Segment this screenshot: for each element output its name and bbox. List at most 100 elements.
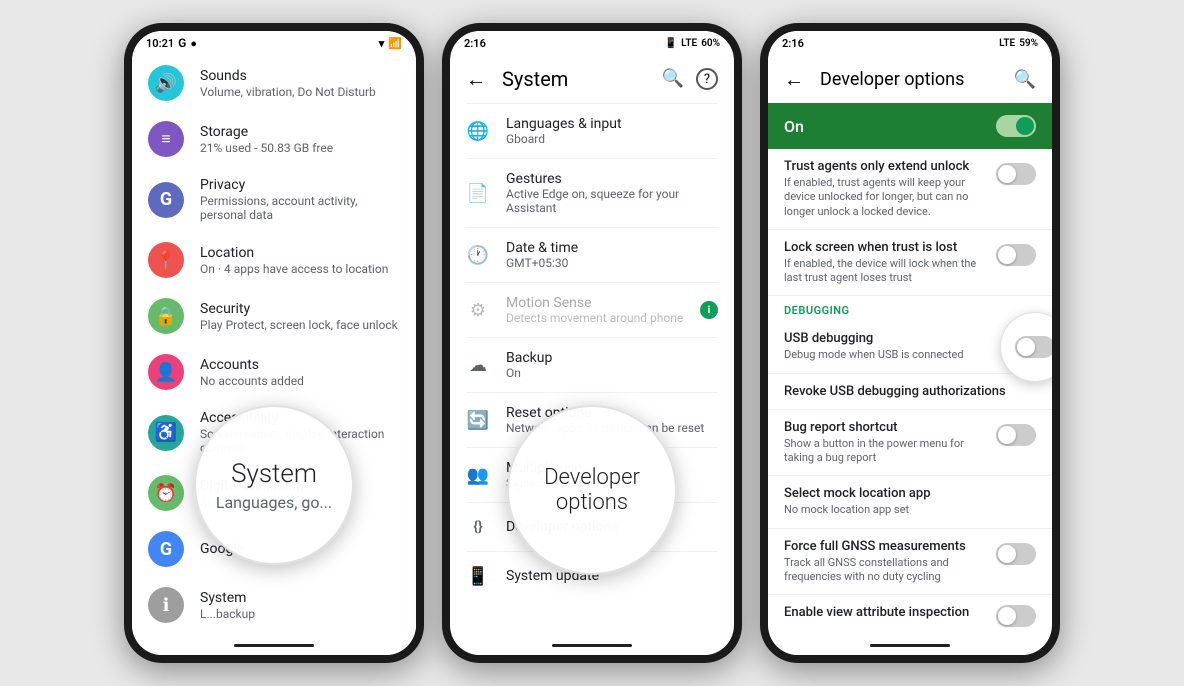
home-indicator-2 bbox=[552, 644, 632, 647]
system-info-title: System bbox=[200, 590, 400, 606]
list-item[interactable]: 📄 Gestures Active Edge on, squeeze for y… bbox=[450, 159, 734, 227]
revoke-usb-title: Revoke USB debugging authorizations bbox=[784, 384, 1036, 399]
list-item[interactable]: G Privacy Permissions, account activity,… bbox=[132, 167, 416, 232]
help-button-2[interactable]: ? bbox=[696, 68, 718, 90]
mock-location-title: Select mock location app bbox=[784, 486, 1036, 501]
on-toggle-bar[interactable]: On bbox=[768, 103, 1052, 149]
list-item[interactable]: ≡ Storage 21% used - 50.83 GB free bbox=[132, 111, 416, 167]
dev-header: ← Developer options 🔍 bbox=[768, 55, 1052, 103]
datetime-subtitle: GMT+05:30 bbox=[506, 256, 718, 270]
system-info-subtitle: L...backup bbox=[200, 607, 400, 621]
list-item[interactable]: 🕐 Date & time GMT+05:30 bbox=[450, 228, 734, 282]
trust-agents-title: Trust agents only extend unlock bbox=[784, 159, 988, 174]
list-item[interactable]: Bug report shortcut Show a button in the… bbox=[768, 410, 1052, 477]
status-icons-2: 📱 LTE 60% bbox=[665, 38, 720, 49]
multiple-users-icon: 👥 bbox=[466, 463, 490, 487]
home-indicator-1 bbox=[234, 644, 314, 647]
back-button-3[interactable]: ← bbox=[784, 67, 804, 92]
view-attribute-text: Enable view attribute inspection bbox=[784, 605, 988, 620]
lock-screen-toggle[interactable] bbox=[996, 244, 1036, 266]
security-icon: 🔒 bbox=[148, 298, 184, 334]
bug-report-toggle[interactable] bbox=[996, 424, 1036, 446]
usb-toggle-circle[interactable] bbox=[1000, 312, 1052, 382]
storage-icon: ≡ bbox=[148, 121, 184, 157]
list-item[interactable]: ⚙ Motion Sense Detects movement around p… bbox=[450, 283, 734, 337]
time-left-2: 2:16 bbox=[464, 37, 486, 50]
search-button-2[interactable]: 🔍 bbox=[662, 68, 684, 90]
nav-bar-2 bbox=[450, 635, 734, 655]
usb-debugging-toggle[interactable] bbox=[1015, 336, 1052, 358]
on-toggle[interactable] bbox=[996, 115, 1036, 137]
list-item[interactable]: ℹ System L...backup bbox=[132, 577, 416, 633]
view-attribute-title: Enable view attribute inspection bbox=[784, 605, 988, 620]
time-left-3: 2:16 bbox=[782, 37, 804, 50]
list-item[interactable]: 🔒 Security Play Protect, screen lock, fa… bbox=[132, 288, 416, 344]
backup-subtitle: On bbox=[506, 366, 718, 380]
motion-sense-title: Motion Sense bbox=[506, 295, 684, 311]
usb-debugging-title: USB debugging bbox=[784, 331, 972, 346]
storage-subtitle: 21% used - 50.83 GB free bbox=[200, 141, 400, 155]
languages-icon: 🌐 bbox=[466, 119, 490, 143]
status-time-1: 10:21 G ● bbox=[146, 36, 197, 50]
list-item[interactable]: ☁ Backup On bbox=[450, 338, 734, 392]
system-header: ← System 🔍 ? bbox=[450, 55, 734, 103]
bug-report-subtitle: Show a button in the power menu for taki… bbox=[784, 437, 988, 466]
list-item[interactable]: 🌐 Languages & input Gboard bbox=[450, 104, 734, 158]
sounds-text: Sounds Volume, vibration, Do Not Disturb bbox=[200, 68, 400, 99]
reset-icon: 🔄 bbox=[466, 408, 490, 432]
sounds-subtitle: Volume, vibration, Do Not Disturb bbox=[200, 85, 400, 99]
list-item[interactable]: 🔊 Sounds Volume, vibration, Do Not Distu… bbox=[132, 55, 416, 111]
list-item[interactable]: Force full GNSS measurements Track all G… bbox=[768, 529, 1052, 596]
usb-debugging-item[interactable]: USB debugging Debug mode when USB is con… bbox=[768, 321, 1052, 373]
list-item[interactable]: 📍 Location On · 4 apps have access to lo… bbox=[132, 232, 416, 288]
header-icons-2: 🔍 ? bbox=[662, 68, 718, 90]
privacy-icon: G bbox=[148, 182, 184, 218]
lock-screen-subtitle: If enabled, the device will lock when th… bbox=[784, 257, 988, 286]
gestures-text: Gestures Active Edge on, squeeze for you… bbox=[506, 171, 718, 215]
gnss-title: Force full GNSS measurements bbox=[784, 539, 988, 554]
zoom-text-1: System Languages, go... bbox=[208, 451, 340, 520]
search-button-3[interactable]: 🔍 bbox=[1014, 69, 1036, 90]
battery-icon-3: 59% bbox=[1019, 38, 1038, 49]
zoom-main-1: System bbox=[216, 459, 332, 489]
zoom-circle-1: System Languages, go... bbox=[194, 405, 354, 565]
trust-agents-toggle[interactable] bbox=[996, 163, 1036, 185]
view-attribute-toggle[interactable] bbox=[996, 605, 1036, 627]
nav-bar-1 bbox=[132, 635, 416, 655]
list-item[interactable]: Lock screen when trust is lost If enable… bbox=[768, 230, 1052, 297]
dev-title: Developer options bbox=[820, 69, 998, 90]
debugging-section-label: DEBUGGING bbox=[768, 296, 1052, 321]
toggle-thumb bbox=[1016, 117, 1034, 135]
list-item[interactable]: 👤 Accounts No accounts added bbox=[132, 344, 416, 400]
list-item[interactable]: Trust agents only extend unlock If enabl… bbox=[768, 149, 1052, 230]
battery-icon-2: 60% bbox=[701, 38, 720, 49]
languages-title: Languages & input bbox=[506, 116, 718, 132]
phone-3: 2:16 LTE 59% ← Developer options 🔍 On Tr bbox=[760, 23, 1060, 663]
location-title: Location bbox=[200, 245, 400, 261]
status-icons-3: LTE 59% bbox=[999, 38, 1038, 49]
back-button-2[interactable]: ← bbox=[466, 67, 486, 92]
privacy-subtitle: Permissions, account activity, personal … bbox=[200, 194, 400, 222]
dev-options-list: Trust agents only extend unlock If enabl… bbox=[768, 149, 1052, 635]
phone-2: 2:16 📱 LTE 60% ← System 🔍 ? 🌐 Languag bbox=[442, 23, 742, 663]
list-item[interactable]: Revoke USB debugging authorizations bbox=[768, 374, 1052, 410]
google-icon-1: G bbox=[178, 36, 186, 50]
system-info-icon: ℹ bbox=[148, 587, 184, 623]
trust-agents-text: Trust agents only extend unlock If enabl… bbox=[784, 159, 988, 219]
accounts-title: Accounts bbox=[200, 357, 400, 373]
motion-sense-subtitle: Detects movement around phone bbox=[506, 311, 684, 325]
list-item[interactable]: Select mock location app No mock locatio… bbox=[768, 476, 1052, 528]
toggle-thumb bbox=[998, 545, 1016, 563]
list-item[interactable]: Enable view attribute inspection bbox=[768, 595, 1052, 635]
gnss-toggle[interactable] bbox=[996, 543, 1036, 565]
location-subtitle: On · 4 apps have access to location bbox=[200, 262, 400, 276]
location-text: Location On · 4 apps have access to loca… bbox=[200, 245, 400, 276]
sounds-title: Sounds bbox=[200, 68, 400, 84]
bug-report-text: Bug report shortcut Show a button in the… bbox=[784, 420, 988, 466]
wifi-icon-1: ▾ bbox=[379, 37, 385, 50]
languages-subtitle: Gboard bbox=[506, 132, 718, 146]
usb-debugging-text: USB debugging Debug mode when USB is con… bbox=[784, 331, 972, 362]
status-icons-1: ▾ 📶 bbox=[379, 37, 402, 50]
privacy-text: Privacy Permissions, account activity, p… bbox=[200, 177, 400, 222]
phone-3-screen: 2:16 LTE 59% ← Developer options 🔍 On Tr bbox=[768, 31, 1052, 655]
